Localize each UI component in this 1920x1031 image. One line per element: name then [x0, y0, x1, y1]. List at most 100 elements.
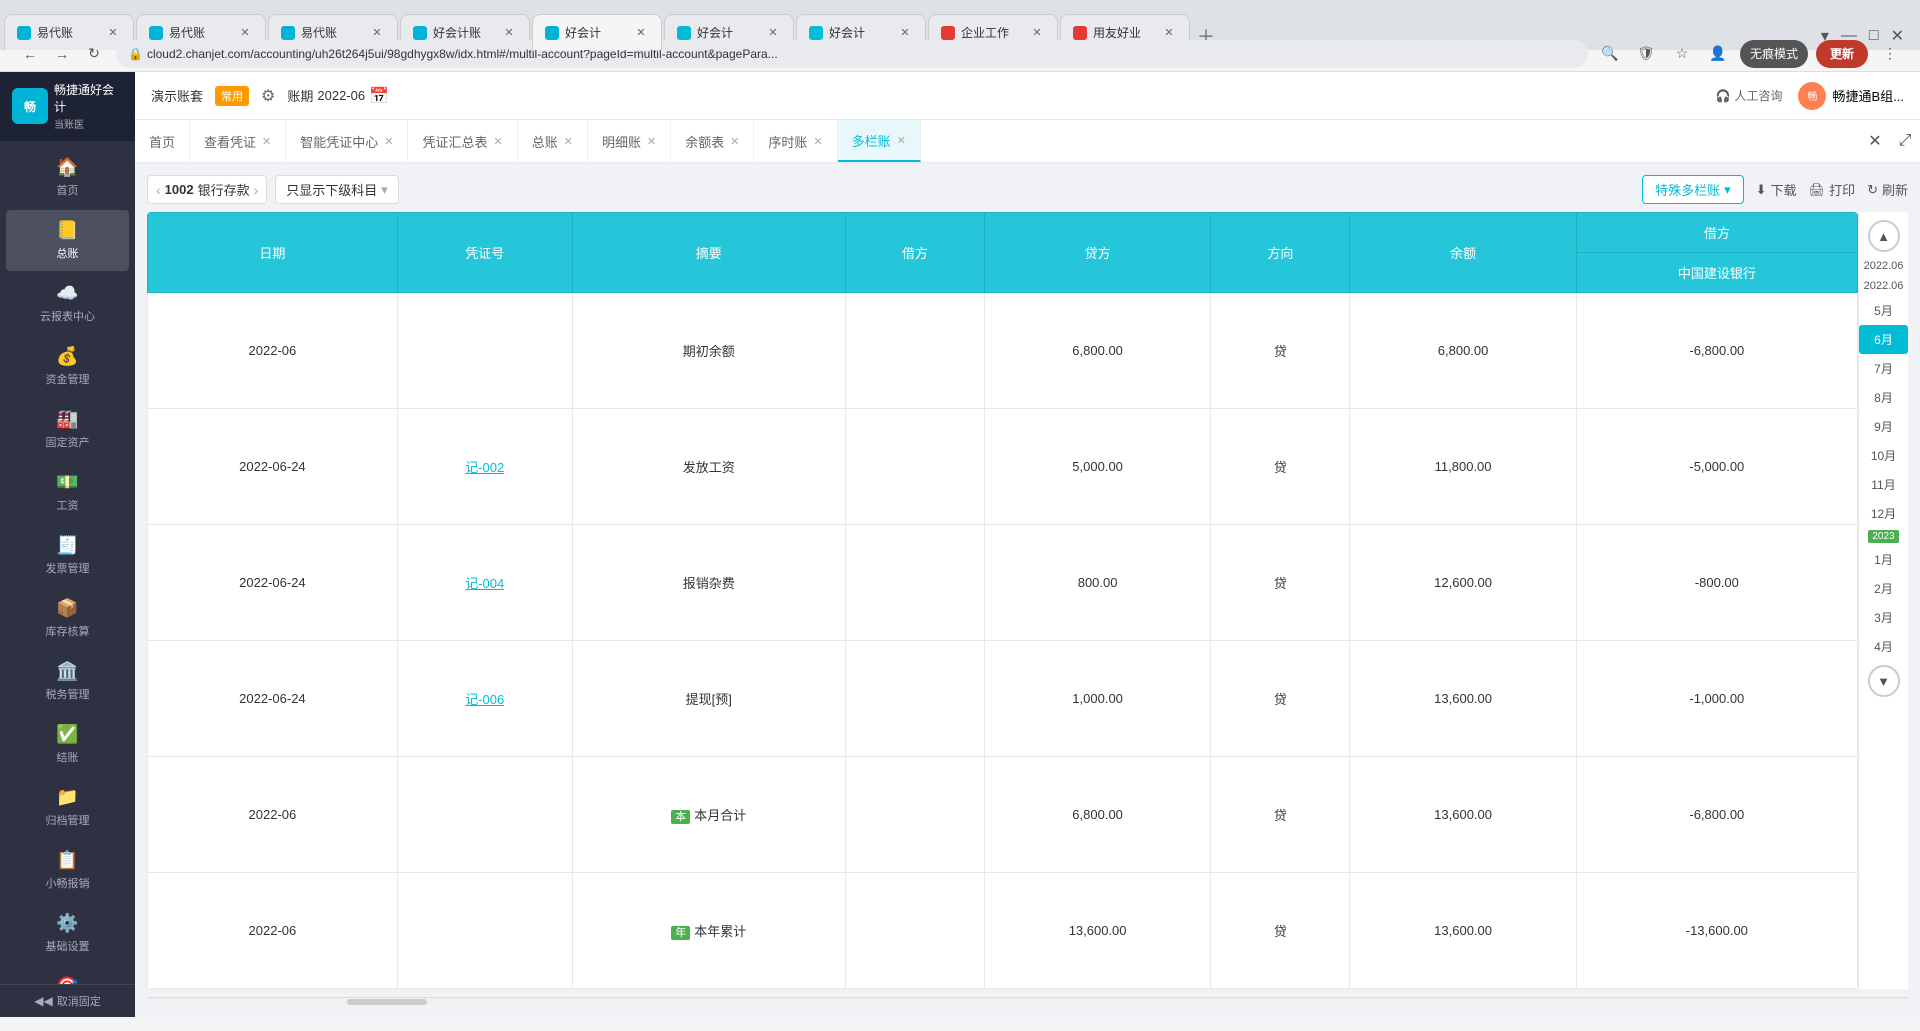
settings-gear-icon[interactable]: ⚙ [261, 86, 275, 106]
sidebar-label-capital: 资金管理 [46, 371, 90, 387]
sidebar-item-ledger[interactable]: 📒 总账 [6, 210, 129, 271]
prev-account-button[interactable]: ‹ [156, 182, 161, 198]
cell-extra: -5,000.00 [1576, 409, 1857, 525]
tab-balance-sheet[interactable]: 余额表 ✕ [671, 120, 754, 162]
month-sep[interactable]: 9月 [1859, 412, 1908, 441]
sidebar-item-report[interactable]: ☁️ 云报表中心 [6, 273, 129, 334]
sidebar-item-invoice[interactable]: 🧾 发票管理 [6, 525, 129, 586]
forward-button[interactable]: → [48, 40, 76, 68]
sidebar-item-home[interactable]: 🏠 首页 [6, 147, 129, 208]
tab-close-4[interactable]: ✕ [501, 25, 517, 41]
cell-summary: 报销杂费 [572, 525, 845, 641]
cell-date: 2022-06-24 [148, 525, 398, 641]
star-icon[interactable]: ☆ [1668, 40, 1696, 68]
sidebar-item-settings[interactable]: ⚙️ 基础设置 [6, 903, 129, 964]
browser-tab-5[interactable]: 好会计 ✕ [532, 14, 662, 50]
tab-icon-4 [413, 26, 427, 40]
tab-general-ledger-close[interactable]: ✕ [564, 135, 573, 148]
calendar-icon[interactable]: 📅 [369, 86, 389, 106]
tab-multi-column-close[interactable]: ✕ [897, 134, 906, 147]
user-menu[interactable]: 畅 畅捷通B组... [1798, 82, 1904, 110]
company-tag[interactable]: 常用 [215, 86, 249, 106]
sidebar-item-fixed-assets[interactable]: 🏭 固定资产 [6, 399, 129, 460]
tab-close-5[interactable]: ✕ [633, 25, 649, 41]
voucher-link[interactable]: 记-006 [465, 692, 504, 707]
voucher-link[interactable]: 记-002 [465, 460, 504, 475]
tab-panel-maximize-icon[interactable]: ⤢ [1890, 126, 1920, 156]
search-icon[interactable]: 🔍 [1596, 40, 1624, 68]
tab-voucher-summary[interactable]: 凭证汇总表 ✕ [408, 120, 517, 162]
tab-balance-sheet-close[interactable]: ✕ [730, 135, 739, 148]
month-jun[interactable]: 6月 [1859, 325, 1908, 354]
no-trace-button[interactable]: 无痕模式 [1740, 40, 1808, 68]
sidebar-item-guide[interactable]: 🎯 新手引导 [6, 966, 129, 984]
sub-account-filter[interactable]: 只显示下级科目 ▾ [275, 175, 399, 204]
tab-close-1[interactable]: ✕ [105, 25, 121, 41]
sidebar-item-close-period[interactable]: ✅ 结账 [6, 714, 129, 775]
tab-view-voucher[interactable]: 查看凭证 ✕ [190, 120, 286, 162]
profile-icon[interactable]: 👤 [1704, 40, 1732, 68]
sidebar-item-archive[interactable]: 📁 归档管理 [6, 777, 129, 838]
horizontal-scrollbar[interactable] [147, 997, 1908, 1005]
next-account-button[interactable]: › [254, 182, 259, 198]
special-account-button[interactable]: 特殊多栏账 ▾ [1642, 175, 1744, 204]
tab-smart-voucher[interactable]: 智能凭证中心 ✕ [286, 120, 408, 162]
update-button[interactable]: 更新 [1816, 40, 1868, 68]
tab-voucher-summary-close[interactable]: ✕ [494, 135, 503, 148]
month-apr[interactable]: 4月 [1859, 632, 1908, 661]
tab-multi-column[interactable]: 多栏账 ✕ [838, 120, 921, 162]
address-bar[interactable]: 🔒 cloud2.chanjet.com/accounting/uh26t264… [116, 40, 1588, 68]
sidebar-item-inventory[interactable]: 📦 库存核算 [6, 588, 129, 649]
cell-debit [845, 641, 984, 757]
month-mar[interactable]: 3月 [1859, 603, 1908, 632]
tab-home[interactable]: 首页 [135, 120, 190, 162]
sidebar-item-salary[interactable]: 💵 工资 [6, 462, 129, 523]
tab-panel-close-icon[interactable]: ✕ [1860, 126, 1890, 156]
tab-view-voucher-close[interactable]: ✕ [262, 135, 271, 148]
company-title: 演示账套 [151, 86, 203, 105]
tab-balance-sheet-label: 余额表 [685, 132, 724, 151]
tab-close-2[interactable]: ✕ [237, 25, 253, 41]
back-button[interactable]: ← [16, 40, 44, 68]
tab-sequence-ledger-label: 序时账 [768, 132, 807, 151]
tab-label-9: 用友好业 [1093, 24, 1155, 41]
month-aug[interactable]: 8月 [1859, 383, 1908, 412]
scrollbar-thumb[interactable] [347, 999, 427, 1005]
refresh-button[interactable]: ↻ 刷新 [1867, 180, 1908, 199]
month-dec[interactable]: 12月 [1859, 499, 1908, 528]
tab-sequence-ledger[interactable]: 序时账 ✕ [754, 120, 837, 162]
tab-icon-5 [545, 26, 559, 40]
tab-close-3[interactable]: ✕ [369, 25, 385, 41]
sidebar-item-tax[interactable]: 🏛️ 税务管理 [6, 651, 129, 712]
tab-close-6[interactable]: ✕ [765, 25, 781, 41]
tab-smart-voucher-close[interactable]: ✕ [384, 135, 393, 148]
month-feb[interactable]: 2月 [1859, 574, 1908, 603]
tab-close-7[interactable]: ✕ [897, 25, 913, 41]
sidebar-label-tax: 税务管理 [46, 686, 90, 702]
month-jul[interactable]: 7月 [1859, 354, 1908, 383]
consult-button[interactable]: 🎧 人工咨询 [1716, 87, 1783, 104]
sidebar-footer[interactable]: ◀◀ 取消固定 [0, 984, 135, 1017]
scroll-down-button[interactable]: ▼ [1868, 665, 1900, 697]
sidebar-item-expense[interactable]: 📋 小畅报销 [6, 840, 129, 901]
tab-general-ledger[interactable]: 总账 ✕ [518, 120, 588, 162]
print-button[interactable]: 🖨 打印 [1809, 180, 1856, 199]
month-nov[interactable]: 11月 [1859, 470, 1908, 499]
shield-icon[interactable]: 🛡 [1632, 40, 1660, 68]
month-jan[interactable]: 1月 [1859, 545, 1908, 574]
tab-detail-ledger[interactable]: 明细账 ✕ [588, 120, 671, 162]
reload-button[interactable]: ↻ [80, 40, 108, 68]
download-button[interactable]: ⬇ 下载 [1756, 180, 1797, 199]
tab-sequence-ledger-close[interactable]: ✕ [813, 135, 822, 148]
consult-label: 人工咨询 [1734, 87, 1782, 104]
tab-detail-ledger-close[interactable]: ✕ [647, 135, 656, 148]
tab-close-9[interactable]: ✕ [1161, 25, 1177, 41]
cell-credit: 1,000.00 [985, 641, 1211, 757]
month-oct[interactable]: 10月 [1859, 441, 1908, 470]
voucher-link[interactable]: 记-004 [465, 576, 504, 591]
sidebar-item-capital[interactable]: 💰 资金管理 [6, 336, 129, 397]
scroll-up-button[interactable]: ▲ [1868, 220, 1900, 252]
menu-icon[interactable]: ⋮ [1876, 40, 1904, 68]
month-may[interactable]: 5月 [1859, 296, 1908, 325]
tab-close-8[interactable]: ✕ [1029, 25, 1045, 41]
